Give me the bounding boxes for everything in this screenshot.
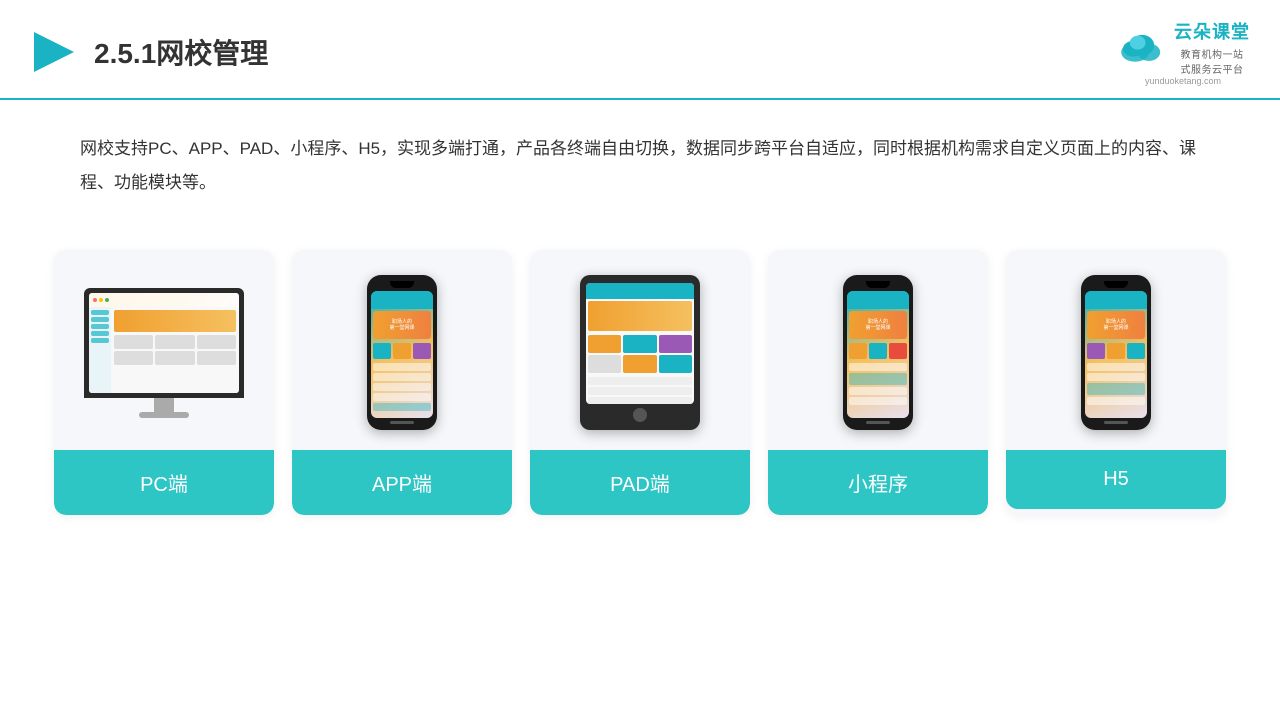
card-mini-image: 职场人的第一堂网课 [768,250,988,450]
card-pad: PAD端 [530,250,750,515]
logo-sub-text: 教育机构一站式服务云平台 [1174,46,1250,76]
page-title: 2.5.1网校管理 [94,32,268,72]
description: 网校支持PC、APP、PAD、小程序、H5，实现多端打通，产品各终端自由切换，数… [0,100,1280,220]
card-mini-label: 小程序 [768,450,988,515]
phone-mockup-h5: 职场人的第一堂网课 [1081,275,1151,430]
header-left: 2.5.1网校管理 [30,28,268,76]
logo-url: yunduoketang.com [1145,76,1221,86]
card-app-label: APP端 [292,450,512,515]
cloud-icon [1116,31,1168,63]
card-pc: PC端 [54,250,274,515]
header: 2.5.1网校管理 云朵课堂 教育机构一站式服务云平台 yunduoketang… [0,0,1280,100]
play-icon [30,28,78,76]
description-text: 网校支持PC、APP、PAD、小程序、H5，实现多端打通，产品各终端自由切换，数… [80,132,1200,200]
logo-text-wrapper: 云朵课堂 教育机构一站式服务云平台 [1174,18,1250,76]
card-app: 职场人的第一堂网课 [292,250,512,515]
ipad-mockup [580,275,700,430]
cards-container: PC端 职场人的第一堂网课 [0,230,1280,535]
logo-main-text: 云朵课堂 [1174,18,1250,44]
pc-monitor [84,288,244,418]
card-h5: 职场人的第一堂网课 [1006,250,1226,515]
logo-area: 云朵课堂 教育机构一站式服务云平台 yunduoketang.com [1116,18,1250,86]
card-h5-label: H5 [1006,450,1226,509]
card-mini: 职场人的第一堂网课 [768,250,988,515]
card-pc-label: PC端 [54,450,274,515]
card-pad-label: PAD端 [530,450,750,515]
phone-mockup-app: 职场人的第一堂网课 [367,275,437,430]
card-pad-image [530,250,750,450]
card-pc-image [54,250,274,450]
logo-cloud: 云朵课堂 教育机构一站式服务云平台 [1116,18,1250,76]
phone-mockup-mini: 职场人的第一堂网课 [843,275,913,430]
card-h5-image: 职场人的第一堂网课 [1006,250,1226,450]
card-app-image: 职场人的第一堂网课 [292,250,512,450]
